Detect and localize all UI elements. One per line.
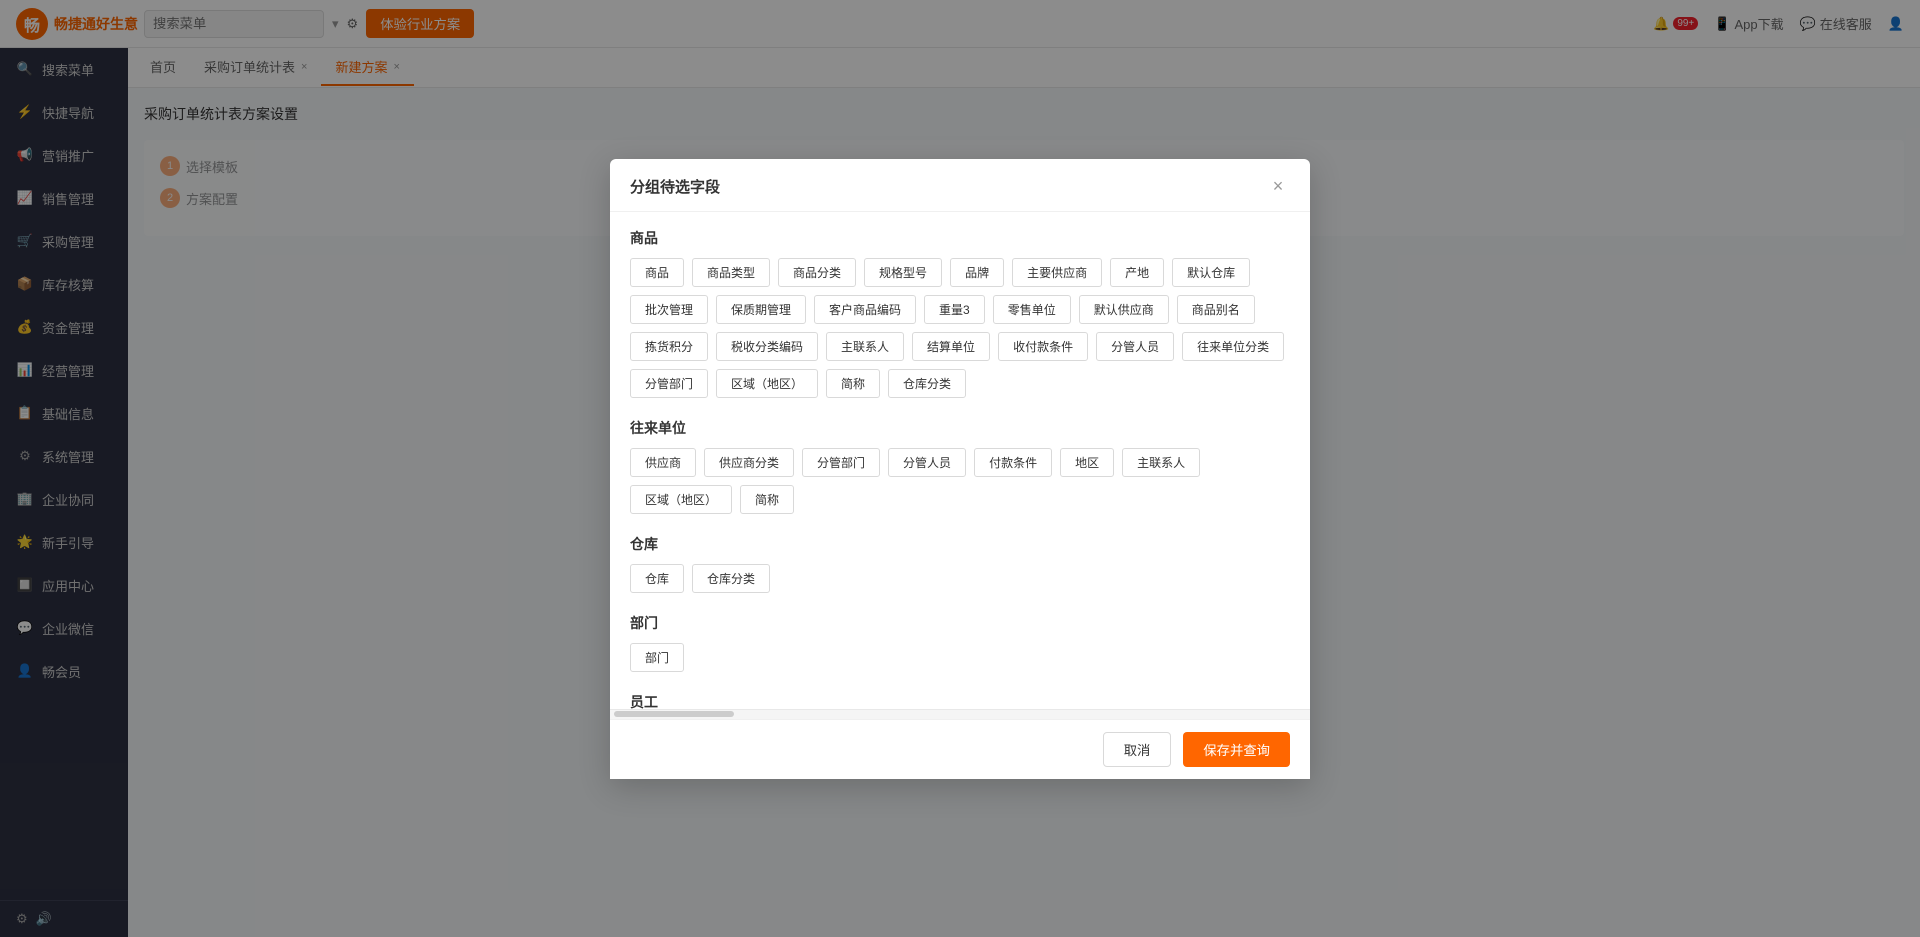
field-tag-partner-4[interactable]: 付款条件 (974, 448, 1052, 477)
modal-title: 分组待选字段 (630, 176, 720, 197)
field-tags-goods: 商品商品类型商品分类规格型号品牌主要供应商产地默认仓库批次管理保质期管理客户商品… (630, 258, 1290, 398)
field-tag-goods-22[interactable]: 分管部门 (630, 369, 708, 398)
field-group-title-warehouse: 仓库 (630, 534, 1290, 554)
field-tag-goods-20[interactable]: 分管人员 (1096, 332, 1174, 361)
field-tag-partner-3[interactable]: 分管人员 (888, 448, 966, 477)
field-tag-goods-24[interactable]: 简称 (826, 369, 880, 398)
field-group-title-partner: 往来单位 (630, 418, 1290, 438)
modal-overlay: 分组待选字段 × 商品商品商品类型商品分类规格型号品牌主要供应商产地默认仓库批次… (0, 0, 1920, 937)
field-tag-partner-6[interactable]: 主联系人 (1122, 448, 1200, 477)
field-tag-partner-2[interactable]: 分管部门 (802, 448, 880, 477)
field-tag-goods-25[interactable]: 仓库分类 (888, 369, 966, 398)
field-tags-department: 部门 (630, 643, 1290, 672)
modal-close-button[interactable]: × (1266, 175, 1290, 199)
field-tag-partner-1[interactable]: 供应商分类 (704, 448, 794, 477)
field-tag-goods-14[interactable]: 商品别名 (1177, 295, 1255, 324)
field-tag-goods-9[interactable]: 保质期管理 (716, 295, 806, 324)
field-tag-goods-7[interactable]: 默认仓库 (1172, 258, 1250, 287)
field-tags-warehouse: 仓库仓库分类 (630, 564, 1290, 593)
field-tag-goods-4[interactable]: 品牌 (950, 258, 1004, 287)
modal-horizontal-scrollbar[interactable] (610, 709, 1310, 718)
field-group-warehouse: 仓库仓库仓库分类 (630, 534, 1290, 593)
field-tag-goods-0[interactable]: 商品 (630, 258, 684, 287)
field-group-employee: 员工业务员 (630, 692, 1290, 710)
field-tag-goods-16[interactable]: 税收分类编码 (716, 332, 818, 361)
field-tag-goods-6[interactable]: 产地 (1110, 258, 1164, 287)
field-tag-department-0[interactable]: 部门 (630, 643, 684, 672)
field-tag-goods-2[interactable]: 商品分类 (778, 258, 856, 287)
field-tag-goods-21[interactable]: 往来单位分类 (1182, 332, 1284, 361)
field-group-title-goods: 商品 (630, 228, 1290, 248)
field-group-title-department: 部门 (630, 613, 1290, 633)
field-tags-partner: 供应商供应商分类分管部门分管人员付款条件地区主联系人区域（地区） 简称 (630, 448, 1290, 514)
field-tag-goods-19[interactable]: 收付款条件 (998, 332, 1088, 361)
field-group-title-employee: 员工 (630, 692, 1290, 710)
field-tag-goods-8[interactable]: 批次管理 (630, 295, 708, 324)
modal-dialog: 分组待选字段 × 商品商品商品类型商品分类规格型号品牌主要供应商产地默认仓库批次… (610, 159, 1310, 779)
field-tag-goods-1[interactable]: 商品类型 (692, 258, 770, 287)
field-tag-warehouse-1[interactable]: 仓库分类 (692, 564, 770, 593)
field-group-partner: 往来单位供应商供应商分类分管部门分管人员付款条件地区主联系人区域（地区） 简称 (630, 418, 1290, 514)
field-tag-goods-18[interactable]: 结算单位 (912, 332, 990, 361)
field-tag-partner-5[interactable]: 地区 (1060, 448, 1114, 477)
save-query-button[interactable]: 保存并查询 (1183, 732, 1290, 767)
field-tag-goods-15[interactable]: 拣货积分 (630, 332, 708, 361)
field-tag-goods-10[interactable]: 客户商品编码 (814, 295, 916, 324)
field-tag-partner-7[interactable]: 区域（地区） (630, 485, 732, 514)
field-group-goods: 商品商品商品类型商品分类规格型号品牌主要供应商产地默认仓库批次管理保质期管理客户… (630, 228, 1290, 398)
field-tag-warehouse-0[interactable]: 仓库 (630, 564, 684, 593)
field-group-department: 部门部门 (630, 613, 1290, 672)
field-tag-partner-8[interactable]: 简称 (740, 485, 794, 514)
field-tag-goods-12[interactable]: 零售单位 (993, 295, 1071, 324)
field-tag-goods-23[interactable]: 区域（地区） (716, 369, 818, 398)
field-tag-goods-5[interactable]: 主要供应商 (1012, 258, 1102, 287)
field-tag-goods-3[interactable]: 规格型号 (864, 258, 942, 287)
field-tag-goods-13[interactable]: 默认供应商 (1079, 295, 1169, 324)
cancel-button[interactable]: 取消 (1103, 732, 1172, 767)
field-tag-partner-0[interactable]: 供应商 (630, 448, 696, 477)
field-tag-goods-11[interactable]: 重量3 (924, 295, 985, 324)
modal-footer: 取消 保存并查询 (610, 719, 1310, 779)
modal-body: 商品商品商品类型商品分类规格型号品牌主要供应商产地默认仓库批次管理保质期管理客户… (610, 212, 1310, 710)
modal-header: 分组待选字段 × (610, 159, 1310, 212)
field-tag-goods-17[interactable]: 主联系人 (826, 332, 904, 361)
